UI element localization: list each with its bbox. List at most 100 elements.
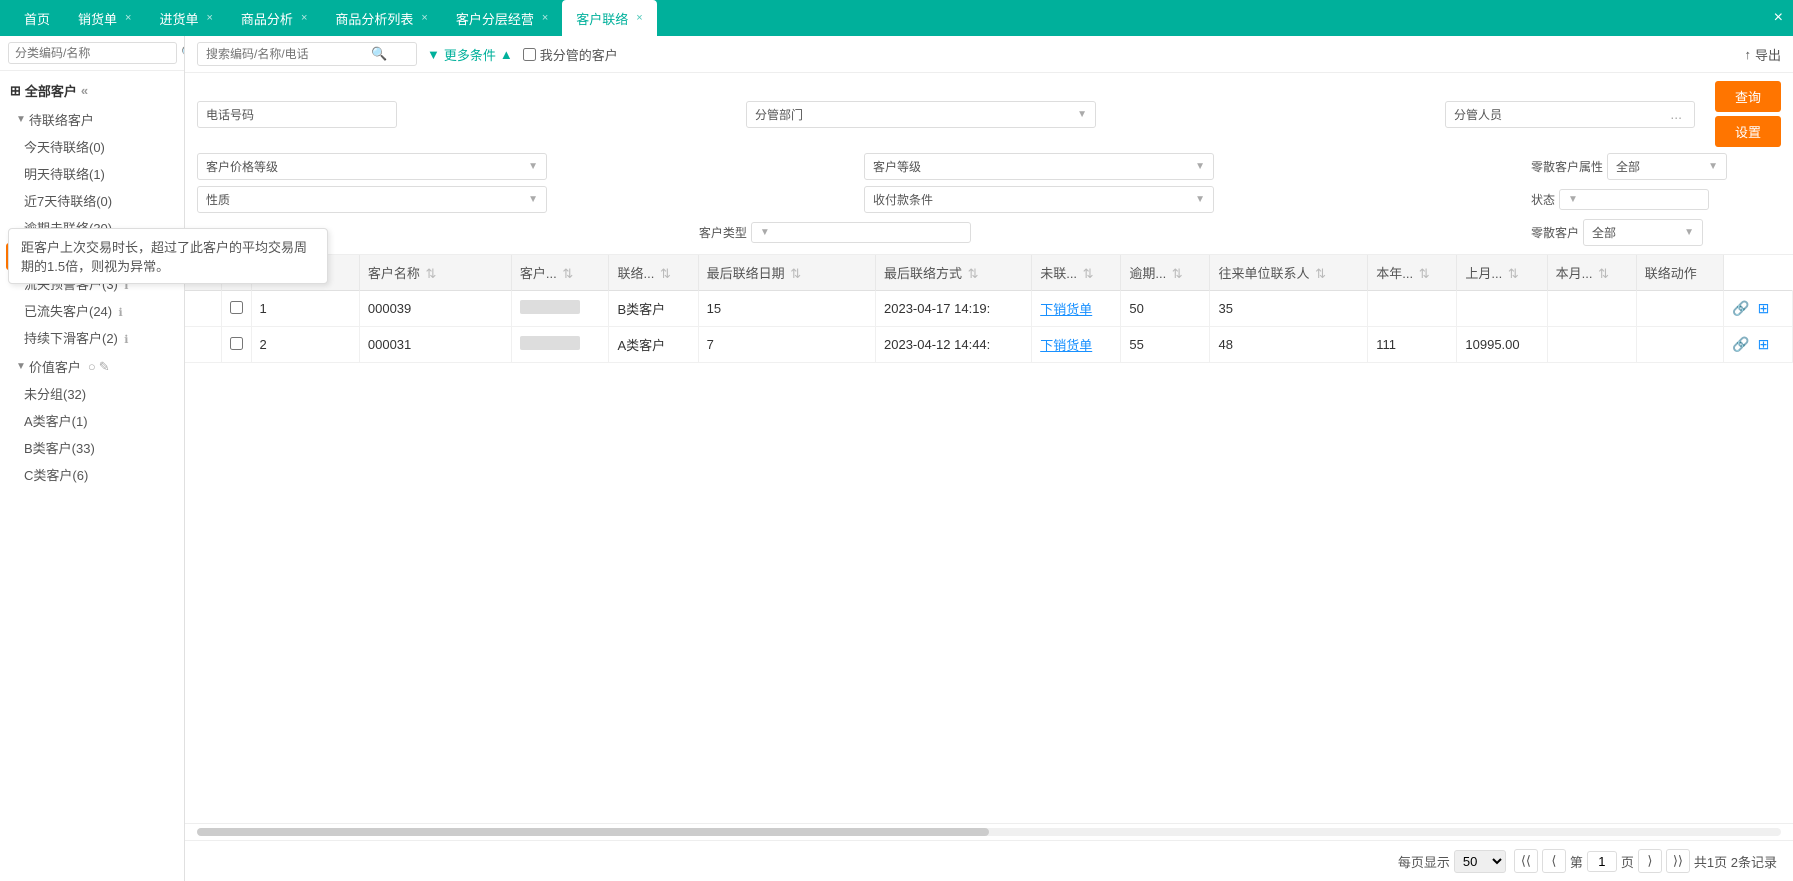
query-button[interactable]: 查询 [1715, 81, 1781, 112]
row-actions: 🔗 ⊞ [1724, 327, 1793, 363]
contact-link-icon[interactable]: 🔗 [1732, 336, 1749, 353]
phone-field[interactable]: 电话号码 [197, 101, 397, 128]
sidebar-item-7days[interactable]: 近7天待联络(0) [0, 187, 184, 214]
col-grade[interactable]: 客户... ⇅ [511, 255, 609, 291]
col-contacts[interactable]: 往来单位联系人 ⇅ [1210, 255, 1368, 291]
search-icon[interactable]: 🔍 [371, 46, 387, 62]
sidebar-item-ungroup[interactable]: 未分组(32) [0, 380, 184, 407]
price-grade-field[interactable]: 客户价格等级 ▼ [197, 153, 547, 180]
close-icon[interactable]: × [421, 12, 427, 24]
chevron-down-icon: ▼ [528, 194, 538, 205]
nav-home[interactable]: 首页 [10, 0, 64, 36]
scroll-thumb[interactable] [197, 828, 989, 836]
sidebar-tree: ⊞ 全部客户 « ▼ 待联络客户 今天待联络(0) 明天待联络(1) 近7天待联… [0, 71, 184, 881]
nav-customer-contact[interactable]: 客户联络 × [562, 0, 656, 36]
per-page-select[interactable]: 50 100 200 [1454, 850, 1506, 873]
row-last-month [1547, 327, 1636, 363]
sidebar-item-today[interactable]: 今天待联络(0) [0, 133, 184, 160]
col-this-year[interactable]: 本年... ⇅ [1368, 255, 1457, 291]
close-icon[interactable]: × [542, 12, 548, 24]
next-page-button[interactable]: ⟩ [1638, 849, 1662, 873]
sidebar: 🔍 ⊞ 全部客户 « ▼ 待联络客户 今天待联络(0) 明天待联络(1) [0, 36, 185, 881]
horizontal-scrollbar[interactable] [185, 823, 1793, 840]
sidebar-item-class-a[interactable]: A类客户(1) [0, 407, 184, 434]
col-name[interactable]: 客户名称 ⇅ [359, 255, 511, 291]
payment-field[interactable]: 收付款条件 ▼ [864, 186, 1214, 213]
contact-link-icon[interactable]: 🔗 [1732, 300, 1749, 317]
close-icon[interactable]: × [636, 12, 642, 24]
chevron-down-icon: ▼ [1077, 109, 1087, 120]
manager-field[interactable]: 分管人员 ... [1445, 101, 1695, 128]
my-customers-checkbox-area: 我分管的客户 [523, 45, 618, 64]
sidebar-search-input[interactable] [8, 42, 177, 64]
sort-icon: ⇅ [426, 266, 437, 281]
sidebar-item-class-c[interactable]: C类客户(6) [0, 461, 184, 488]
close-icon[interactable]: × [125, 12, 131, 24]
col-last-contact-date[interactable]: 最后联络日期 ⇅ [698, 255, 875, 291]
sidebar-item-class-b[interactable]: B类客户(33) [0, 434, 184, 461]
export-button[interactable]: ↑ 导出 [1744, 45, 1781, 64]
gender-field[interactable]: 性质 ▼ [197, 186, 547, 213]
more-conditions-button[interactable]: ▼ 更多条件 ▲ [427, 45, 513, 64]
sidebar-item-churned[interactable]: 已流失客户(24) ℹ [0, 297, 184, 324]
contact-grid-icon[interactable]: ⊞ [1758, 336, 1770, 353]
col-last-contact-method[interactable]: 最后联络方式 ⇅ [876, 255, 1032, 291]
circle-icon: ○ [88, 359, 96, 374]
sidebar-group-pending-label[interactable]: ▼ 待联络客户 [0, 106, 184, 133]
row-code: 000039 [359, 291, 511, 327]
prev-page-button[interactable]: ⟨ [1542, 849, 1566, 873]
my-customers-checkbox[interactable] [523, 48, 536, 61]
close-all-button[interactable]: × [1774, 9, 1783, 27]
page-number-input[interactable] [1587, 851, 1617, 872]
chevron-down-icon: ▼ [1195, 161, 1205, 172]
row-num: 2 [251, 327, 359, 363]
grade-field[interactable]: 客户等级 ▼ [864, 153, 1214, 180]
export-icon: ↑ [1744, 47, 1751, 62]
table-row: 1 000039 B类客户 15 2023-04-17 14:19: 下销货单 … [185, 291, 1793, 327]
dept-field[interactable]: 分管部门 ▼ [746, 101, 1096, 128]
row-actions: 🔗 ⊞ [1724, 291, 1793, 327]
retail-customer-field[interactable]: 全部 ▼ [1583, 219, 1703, 246]
settings-button[interactable]: 设置 [1715, 116, 1781, 147]
nav-product-analysis-list[interactable]: 商品分析列表 × [321, 0, 441, 36]
close-icon[interactable]: × [301, 12, 307, 24]
col-last-month[interactable]: 上月... ⇅ [1457, 255, 1547, 291]
row-last-date: 2023-04-12 14:44: [876, 327, 1032, 363]
nav-purchase-order[interactable]: 进货单 × [145, 0, 226, 36]
sidebar-group-value-label[interactable]: ▼ 价值客户 ○ ✎ [0, 353, 184, 380]
more-icon[interactable]: ... [1670, 106, 1682, 122]
row-contacts: 111 [1368, 327, 1457, 363]
col-this-month[interactable]: 本月... ⇅ [1547, 255, 1636, 291]
filter-row-1: 电话号码 分管部门 ▼ 分管人员 ... 查询 设置 [197, 81, 1781, 147]
col-contact-count[interactable]: 联络... ⇅ [609, 255, 698, 291]
sidebar-search-area: 🔍 [0, 36, 184, 71]
last-method-link[interactable]: 下销货单 [1040, 302, 1092, 317]
contact-grid-icon[interactable]: ⊞ [1758, 300, 1770, 317]
row-this-month [1636, 291, 1723, 327]
retail-attr-field[interactable]: 全部 ▼ [1607, 153, 1727, 180]
sidebar-all-customers[interactable]: ⊞ 全部客户 « [0, 77, 184, 104]
nav-product-analysis[interactable]: 商品分析 × [227, 0, 321, 36]
status-field[interactable]: ▼ [1559, 189, 1709, 210]
sort-icon: ⇅ [1598, 266, 1609, 281]
close-icon[interactable]: × [206, 12, 212, 24]
row-name [511, 291, 609, 327]
col-overdue[interactable]: 逾期... ⇅ [1121, 255, 1210, 291]
last-method-link[interactable]: 下销货单 [1040, 338, 1092, 353]
row-grade: A类客户 [609, 327, 698, 363]
row-checkbox[interactable] [230, 337, 243, 350]
last-page-button[interactable]: ⟩⟩ [1666, 849, 1690, 873]
tooltip-box: 距客户上次交易时长，超过了此客户的平均交易周期的1.5倍，则视为异常。 [185, 228, 328, 284]
col-uncontacted[interactable]: 未联... ⇅ [1032, 255, 1121, 291]
search-input[interactable] [206, 47, 366, 61]
sidebar-item-declining[interactable]: 持续下滑客户(2) ℹ [0, 324, 184, 351]
info-icon: ℹ [124, 334, 128, 346]
scroll-track[interactable] [197, 828, 1781, 836]
edit-icon[interactable]: ✎ [99, 359, 110, 375]
first-page-button[interactable]: ⟨⟨ [1514, 849, 1538, 873]
nav-sales-order[interactable]: 销货单 × [64, 0, 145, 36]
sidebar-item-tomorrow[interactable]: 明天待联络(1) [0, 160, 184, 187]
row-checkbox[interactable] [230, 301, 243, 314]
nav-customer-tier[interactable]: 客户分层经营 × [442, 0, 562, 36]
customer-type-field[interactable]: ▼ [751, 222, 971, 243]
